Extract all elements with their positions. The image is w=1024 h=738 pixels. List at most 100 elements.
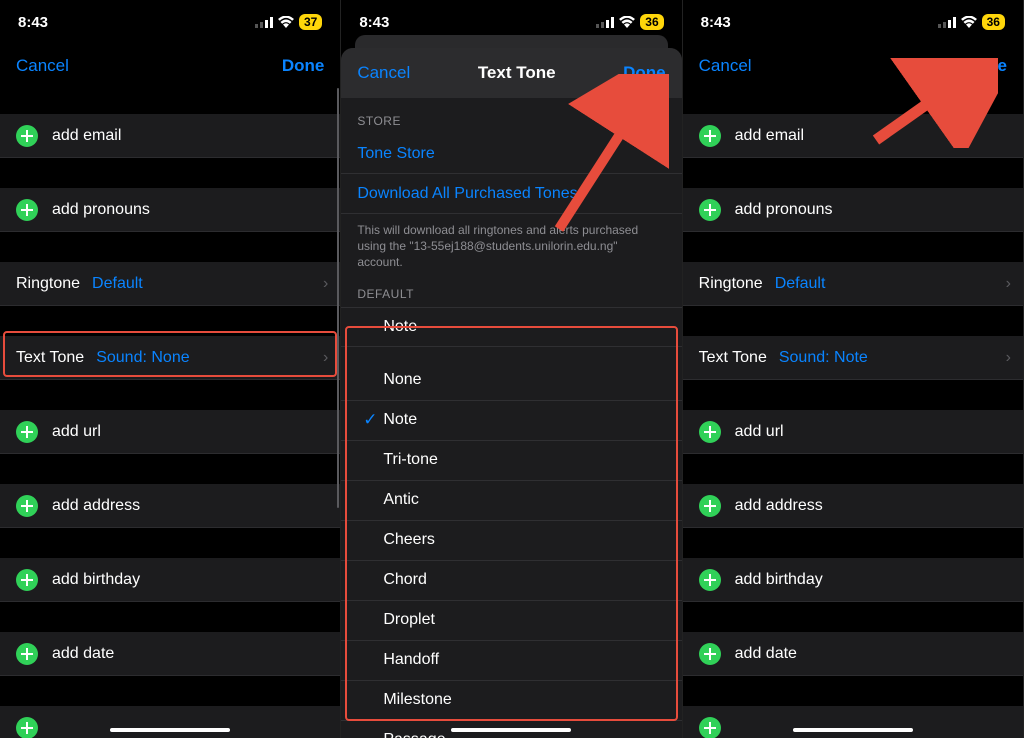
done-button[interactable]: Done	[964, 56, 1007, 76]
add-email-row[interactable]: add email	[0, 114, 340, 158]
add-birthday-label: add birthday	[735, 571, 823, 589]
status-right: 36	[938, 14, 1005, 30]
tone-label: None	[383, 371, 421, 389]
tone-label: Cheers	[383, 531, 435, 549]
ringtone-key: Ringtone	[699, 275, 763, 293]
add-icon	[699, 199, 721, 221]
cancel-button[interactable]: Cancel	[357, 63, 410, 83]
tone-label: Note	[383, 411, 417, 429]
status-time: 8:43	[18, 14, 48, 31]
done-button[interactable]: Done	[282, 56, 325, 76]
tone-top-label: Note	[383, 318, 417, 336]
tone-row-top[interactable]: Note	[341, 307, 681, 347]
scrollbar[interactable]	[337, 88, 340, 508]
phone-screen-1: 8:43 37 Cancel Done add email add pronou…	[0, 0, 341, 738]
tone-row[interactable]: Droplet	[341, 601, 681, 641]
tone-row[interactable]: Milestone	[341, 681, 681, 721]
add-url-label: add url	[52, 423, 101, 441]
chevron-right-icon: ›	[323, 275, 328, 293]
partial-row[interactable]	[0, 706, 340, 738]
add-pronouns-label: add pronouns	[735, 201, 833, 219]
ringtone-key: Ringtone	[16, 275, 80, 293]
store-header: Store	[341, 98, 681, 134]
default-header: Default	[341, 271, 681, 307]
ringtone-value: Default	[92, 275, 143, 293]
home-indicator[interactable]	[793, 728, 913, 732]
partial-row[interactable]	[683, 706, 1023, 738]
add-email-label: add email	[52, 127, 121, 145]
add-icon	[16, 421, 38, 443]
add-url-row[interactable]: add url	[683, 410, 1023, 454]
add-icon	[699, 643, 721, 665]
chevron-right-icon: ›	[1006, 349, 1011, 367]
download-all-row[interactable]: Download All Purchased Tones	[341, 174, 681, 214]
add-icon	[16, 495, 38, 517]
signal-icon	[255, 17, 273, 28]
ringtone-row[interactable]: Ringtone Default ›	[683, 262, 1023, 306]
add-date-row[interactable]: add date	[0, 632, 340, 676]
add-pronouns-row[interactable]: add pronouns	[0, 188, 340, 232]
add-icon	[699, 717, 721, 738]
cancel-button[interactable]: Cancel	[16, 56, 69, 76]
tone-row[interactable]: Tri-tone	[341, 441, 681, 481]
status-time: 8:43	[701, 14, 731, 31]
status-bar: 8:43 37	[0, 0, 340, 44]
signal-icon	[596, 17, 614, 28]
add-icon	[699, 569, 721, 591]
tone-label: Handoff	[383, 651, 439, 669]
download-all-link: Download All Purchased Tones	[357, 185, 577, 203]
status-bar: 8:43 36	[683, 0, 1023, 44]
checkmark-icon: ✓	[357, 410, 383, 430]
add-url-label: add url	[735, 423, 784, 441]
cancel-button[interactable]: Cancel	[699, 56, 752, 76]
add-address-label: add address	[52, 497, 140, 515]
tone-row[interactable]: ✓Note	[341, 401, 681, 441]
add-address-row[interactable]: add address	[0, 484, 340, 528]
nav-bar: Cancel Done	[0, 44, 340, 88]
tone-label: Droplet	[383, 611, 435, 629]
tone-label: Chord	[383, 571, 427, 589]
add-icon	[699, 495, 721, 517]
add-pronouns-row[interactable]: add pronouns	[683, 188, 1023, 232]
add-email-row[interactable]: add email	[683, 114, 1023, 158]
add-birthday-row[interactable]: add birthday	[683, 558, 1023, 602]
add-birthday-label: add birthday	[52, 571, 140, 589]
tone-row[interactable]: None	[341, 361, 681, 401]
tone-row[interactable]: Antic	[341, 481, 681, 521]
text-tone-row[interactable]: Text Tone Sound: None ›	[0, 336, 340, 380]
chevron-right-icon: ›	[1006, 275, 1011, 293]
text-tone-row[interactable]: Text Tone Sound: Note ›	[683, 336, 1023, 380]
phone-screen-2: 8:43 36 Cancel Text Tone Done Store Tone…	[341, 0, 682, 738]
tone-store-row[interactable]: Tone Store	[341, 134, 681, 174]
tone-row[interactable]: Handoff	[341, 641, 681, 681]
add-date-row[interactable]: add date	[683, 632, 1023, 676]
add-address-label: add address	[735, 497, 823, 515]
battery-badge: 37	[299, 14, 322, 30]
tone-label: Antic	[383, 491, 419, 509]
done-button[interactable]: Done	[623, 63, 666, 83]
add-pronouns-label: add pronouns	[52, 201, 150, 219]
download-note: This will download all ringtones and ale…	[341, 214, 681, 271]
tone-label: Passage	[383, 731, 445, 738]
battery-percent: 37	[304, 15, 317, 29]
status-right: 36	[596, 14, 663, 30]
tone-row[interactable]: Chord	[341, 561, 681, 601]
add-birthday-row[interactable]: add birthday	[0, 558, 340, 602]
add-date-label: add date	[52, 645, 114, 663]
add-address-row[interactable]: add address	[683, 484, 1023, 528]
signal-icon	[938, 17, 956, 28]
sheet-title: Text Tone	[478, 63, 556, 83]
add-icon	[16, 199, 38, 221]
tone-store-link: Tone Store	[357, 145, 434, 163]
add-icon	[16, 125, 38, 147]
add-email-label: add email	[735, 127, 804, 145]
text-tone-value: Sound: Note	[779, 349, 868, 367]
add-icon	[699, 125, 721, 147]
home-indicator[interactable]	[110, 728, 230, 732]
text-tone-sheet: Cancel Text Tone Done Store Tone Store D…	[341, 48, 681, 738]
home-indicator[interactable]	[451, 728, 571, 732]
add-url-row[interactable]: add url	[0, 410, 340, 454]
wifi-icon	[278, 16, 294, 28]
tone-row[interactable]: Cheers	[341, 521, 681, 561]
ringtone-row[interactable]: Ringtone Default ›	[0, 262, 340, 306]
